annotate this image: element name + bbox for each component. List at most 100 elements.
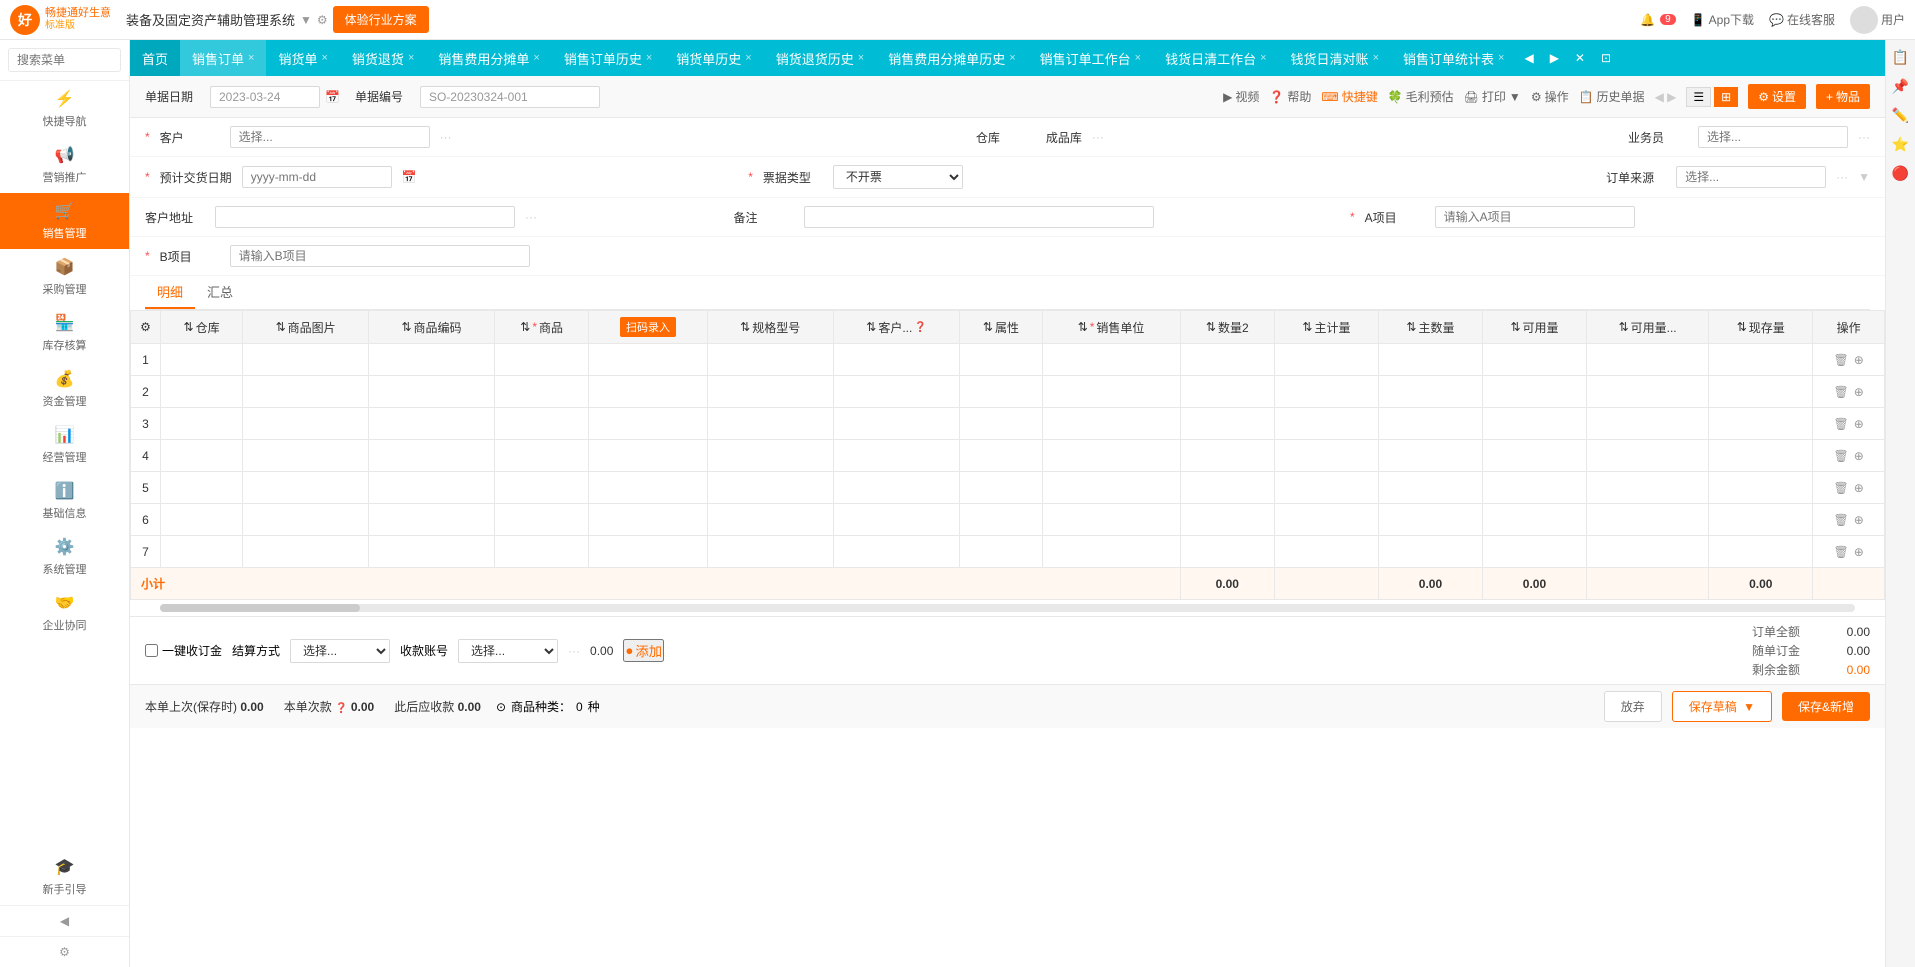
row-copy-icon[interactable]: ⊕	[1854, 353, 1864, 367]
th-avail-qty2[interactable]: ⇅可用量...	[1587, 311, 1709, 344]
row-delete-icon[interactable]: 🗑	[1833, 513, 1848, 527]
tab-sales-invoice[interactable]: 销货单 ×	[266, 40, 339, 76]
row-delete-icon[interactable]: 🗑	[1833, 481, 1848, 495]
table-settings-icon[interactable]: ⚙	[140, 320, 151, 334]
sidebar-item-sales[interactable]: 🛒 销售管理	[0, 193, 129, 249]
th-image[interactable]: ⇅商品图片	[243, 311, 369, 344]
online-service-btn[interactable]: 💬 在线客服	[1769, 11, 1835, 28]
tab-close-all-btn[interactable]: ✕	[1567, 40, 1593, 76]
sidebar-item-inventory[interactable]: 🏪 库存核算	[0, 305, 129, 361]
tab-daily-reconcile[interactable]: 钱货日清对账 ×	[1279, 40, 1391, 76]
tab-detail[interactable]: 明细	[145, 276, 195, 309]
tab-home[interactable]: 首页	[130, 40, 180, 76]
add-payment-btn[interactable]: ● 添加	[623, 639, 664, 662]
discard-btn[interactable]: 放弃	[1604, 691, 1662, 722]
th-qty2[interactable]: ⇅数量2	[1180, 311, 1274, 344]
sidebar-item-operations[interactable]: 📊 经营管理	[0, 417, 129, 473]
operations-btn[interactable]: ⚙ 操作	[1531, 88, 1569, 105]
tab-return-history[interactable]: 销货退货历史 ×	[764, 40, 876, 76]
tab-sales-return[interactable]: 销货退货 ×	[340, 40, 426, 76]
th-scan[interactable]: 扫码录入	[589, 311, 707, 344]
tab-expand-btn[interactable]: ⊡	[1593, 40, 1619, 76]
th-attribute[interactable]: ⇅属性	[960, 311, 1042, 344]
row-copy-icon[interactable]: ⊕	[1854, 545, 1864, 559]
right-panel-icon-1[interactable]: 📋	[1889, 45, 1913, 69]
tab-fee-history[interactable]: 销售费用分摊单历史 ×	[876, 40, 1027, 76]
a-project-input[interactable]	[1435, 206, 1635, 228]
save-new-btn[interactable]: 保存&新增	[1782, 692, 1870, 721]
tab-sales-order[interactable]: 销售订单 ×	[180, 40, 266, 76]
print-btn[interactable]: 🖨 打印 ▼	[1464, 88, 1521, 105]
save-draft-btn[interactable]: 保存草稿 ▼	[1672, 691, 1772, 722]
tab-summary[interactable]: 汇总	[195, 276, 245, 309]
th-customer-code[interactable]: ⇅客户...❓	[833, 311, 960, 344]
tab-sales-fee[interactable]: 销售费用分摊单 ×	[426, 40, 551, 76]
profit-btn[interactable]: 🍀 毛利预估	[1388, 88, 1454, 105]
order-source-input[interactable]	[1676, 166, 1826, 188]
tab-order-workbench[interactable]: 销售订单工作台 ×	[1028, 40, 1153, 76]
tab-order-stats[interactable]: 销售订单统计表 ×	[1391, 40, 1516, 76]
industry-btn[interactable]: 体验行业方案	[333, 6, 429, 33]
sidebar-item-basic-info[interactable]: ℹ️ 基础信息	[0, 473, 129, 529]
help-btn[interactable]: ❓ 帮助	[1269, 88, 1311, 105]
row-copy-icon[interactable]: ⊕	[1854, 417, 1864, 431]
shortcut-btn[interactable]: ⌨ 快捷键	[1321, 88, 1377, 105]
row-delete-icon[interactable]: 🗑	[1833, 353, 1848, 367]
settings-icon[interactable]: ⚙	[317, 13, 328, 27]
tab-invoice-history[interactable]: 销货单历史 ×	[664, 40, 763, 76]
sidebar-item-finance[interactable]: 💰 资金管理	[0, 361, 129, 417]
sidebar-item-system[interactable]: ⚙️ 系统管理	[0, 529, 129, 585]
tab-order-history[interactable]: 销售订单历史 ×	[552, 40, 664, 76]
system-dropdown[interactable]: ▼	[300, 13, 312, 27]
right-panel-icon-5[interactable]: 🔴	[1889, 161, 1913, 185]
row-copy-icon[interactable]: ⊕	[1854, 385, 1864, 399]
system-name[interactable]: 装备及固定资产辅助管理系统	[126, 10, 295, 29]
customer-dots-btn[interactable]: ···	[440, 130, 452, 144]
row-delete-icon[interactable]: 🗑	[1833, 449, 1848, 463]
row-delete-icon[interactable]: 🗑	[1833, 385, 1848, 399]
row-delete-icon[interactable]: 🗑	[1833, 545, 1848, 559]
delivery-calendar-icon[interactable]: 📅	[402, 170, 417, 184]
th-warehouse[interactable]: ⇅仓库	[161, 311, 243, 344]
date-calendar-icon[interactable]: 📅	[325, 90, 340, 104]
warehouse-dots-btn[interactable]: ···	[1092, 130, 1104, 144]
horizontal-scrollbar[interactable]	[160, 604, 1855, 612]
num-input[interactable]	[420, 86, 600, 108]
tab-daily-workbench[interactable]: 钱货日清工作台 ×	[1153, 40, 1278, 76]
current-info-icon[interactable]: ❓	[335, 703, 347, 714]
deposit-checkbox[interactable]	[145, 644, 158, 657]
save-draft-dropdown-icon[interactable]: ▼	[1743, 700, 1755, 714]
user-btn[interactable]: 用户	[1850, 6, 1905, 34]
row-delete-icon[interactable]: 🗑	[1833, 417, 1848, 431]
th-spec[interactable]: ⇅规格型号	[707, 311, 833, 344]
deposit-checkbox-label[interactable]: 一键收订金	[145, 642, 222, 659]
staff-input[interactable]	[1698, 126, 1848, 148]
th-code[interactable]: ⇅商品编码	[369, 311, 495, 344]
th-main-unit[interactable]: ⇅主计量	[1274, 311, 1378, 344]
th-unit[interactable]: ⇅*销售单位	[1042, 311, 1180, 344]
b-project-input[interactable]	[230, 245, 530, 267]
invoice-select[interactable]: 不开票 增值税普通发票 增值税专用发票	[833, 165, 963, 189]
address-dots-btn[interactable]: ···	[525, 210, 537, 224]
th-current-qty[interactable]: ⇅现存量	[1709, 311, 1813, 344]
tab-next-btn[interactable]: ▶	[1542, 40, 1567, 76]
row-copy-icon[interactable]: ⊕	[1854, 481, 1864, 495]
list-view-btn[interactable]: ☰	[1686, 87, 1711, 107]
pay-method-select[interactable]: 选择...	[290, 639, 390, 663]
date-input[interactable]	[210, 86, 320, 108]
th-settings[interactable]: ⚙	[131, 311, 161, 344]
scroll-thumb[interactable]	[160, 604, 360, 612]
right-panel-icon-4[interactable]: ⭐	[1889, 132, 1913, 156]
address-input[interactable]	[215, 206, 515, 228]
order-source-dots-btn[interactable]: ···	[1836, 170, 1848, 184]
sidebar-settings-btn[interactable]: ⚙	[59, 945, 70, 959]
th-avail-qty[interactable]: ⇅可用量	[1482, 311, 1586, 344]
sidebar-item-enterprise[interactable]: 🤝 企业协同	[0, 585, 129, 641]
customer-input[interactable]	[230, 126, 430, 148]
history-btn[interactable]: 📋 历史单据	[1579, 88, 1645, 105]
delivery-input[interactable]	[242, 166, 392, 188]
right-panel-icon-2[interactable]: 📌	[1889, 74, 1913, 98]
sidebar-item-marketing[interactable]: 📢 营销推广	[0, 137, 129, 193]
th-main-qty[interactable]: ⇅主数量	[1378, 311, 1482, 344]
form-view-btn[interactable]: ⊞	[1714, 87, 1738, 107]
